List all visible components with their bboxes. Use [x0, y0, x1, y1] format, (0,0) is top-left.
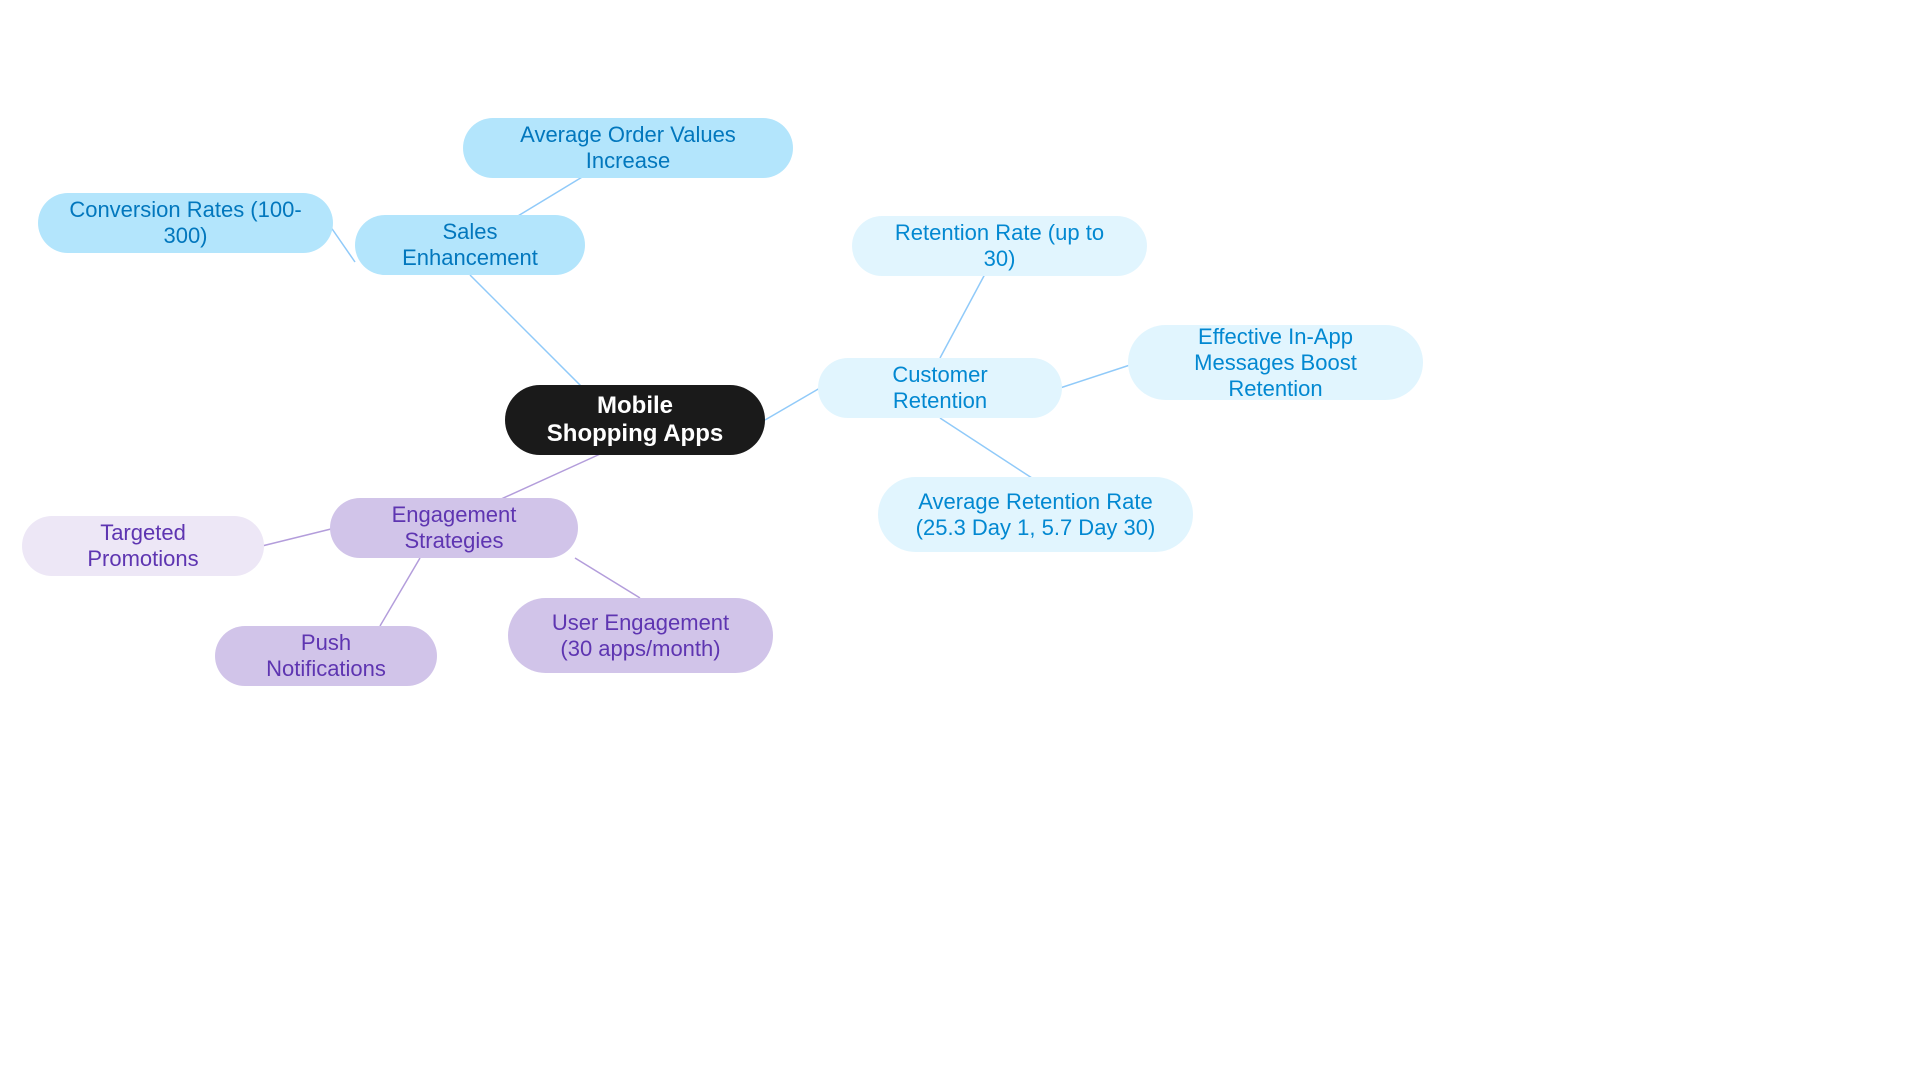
retention-rate-node[interactable]: Retention Rate (up to 30)	[852, 216, 1147, 276]
push-notifications-node[interactable]: Push Notifications	[215, 626, 437, 686]
customer-retention-node[interactable]: Customer Retention	[818, 358, 1062, 418]
conversion-rates-node[interactable]: Conversion Rates (100-300)	[38, 193, 333, 253]
effective-messages-node[interactable]: Effective In-App Messages Boost Retentio…	[1128, 325, 1423, 400]
mind-map: Mobile Shopping Apps Sales Enhancement A…	[0, 0, 1920, 1083]
center-node[interactable]: Mobile Shopping Apps	[505, 385, 765, 455]
targeted-promotions-node[interactable]: Targeted Promotions	[22, 516, 264, 576]
engagement-strategies-node[interactable]: Engagement Strategies	[330, 498, 578, 558]
sales-enhancement-node[interactable]: Sales Enhancement	[355, 215, 585, 275]
avg-retention-rate-node[interactable]: Average Retention Rate (25.3 Day 1, 5.7 …	[878, 477, 1193, 552]
avg-order-increase-node[interactable]: Average Order Values Increase	[463, 118, 793, 178]
user-engagement-node[interactable]: User Engagement (30 apps/month)	[508, 598, 773, 673]
